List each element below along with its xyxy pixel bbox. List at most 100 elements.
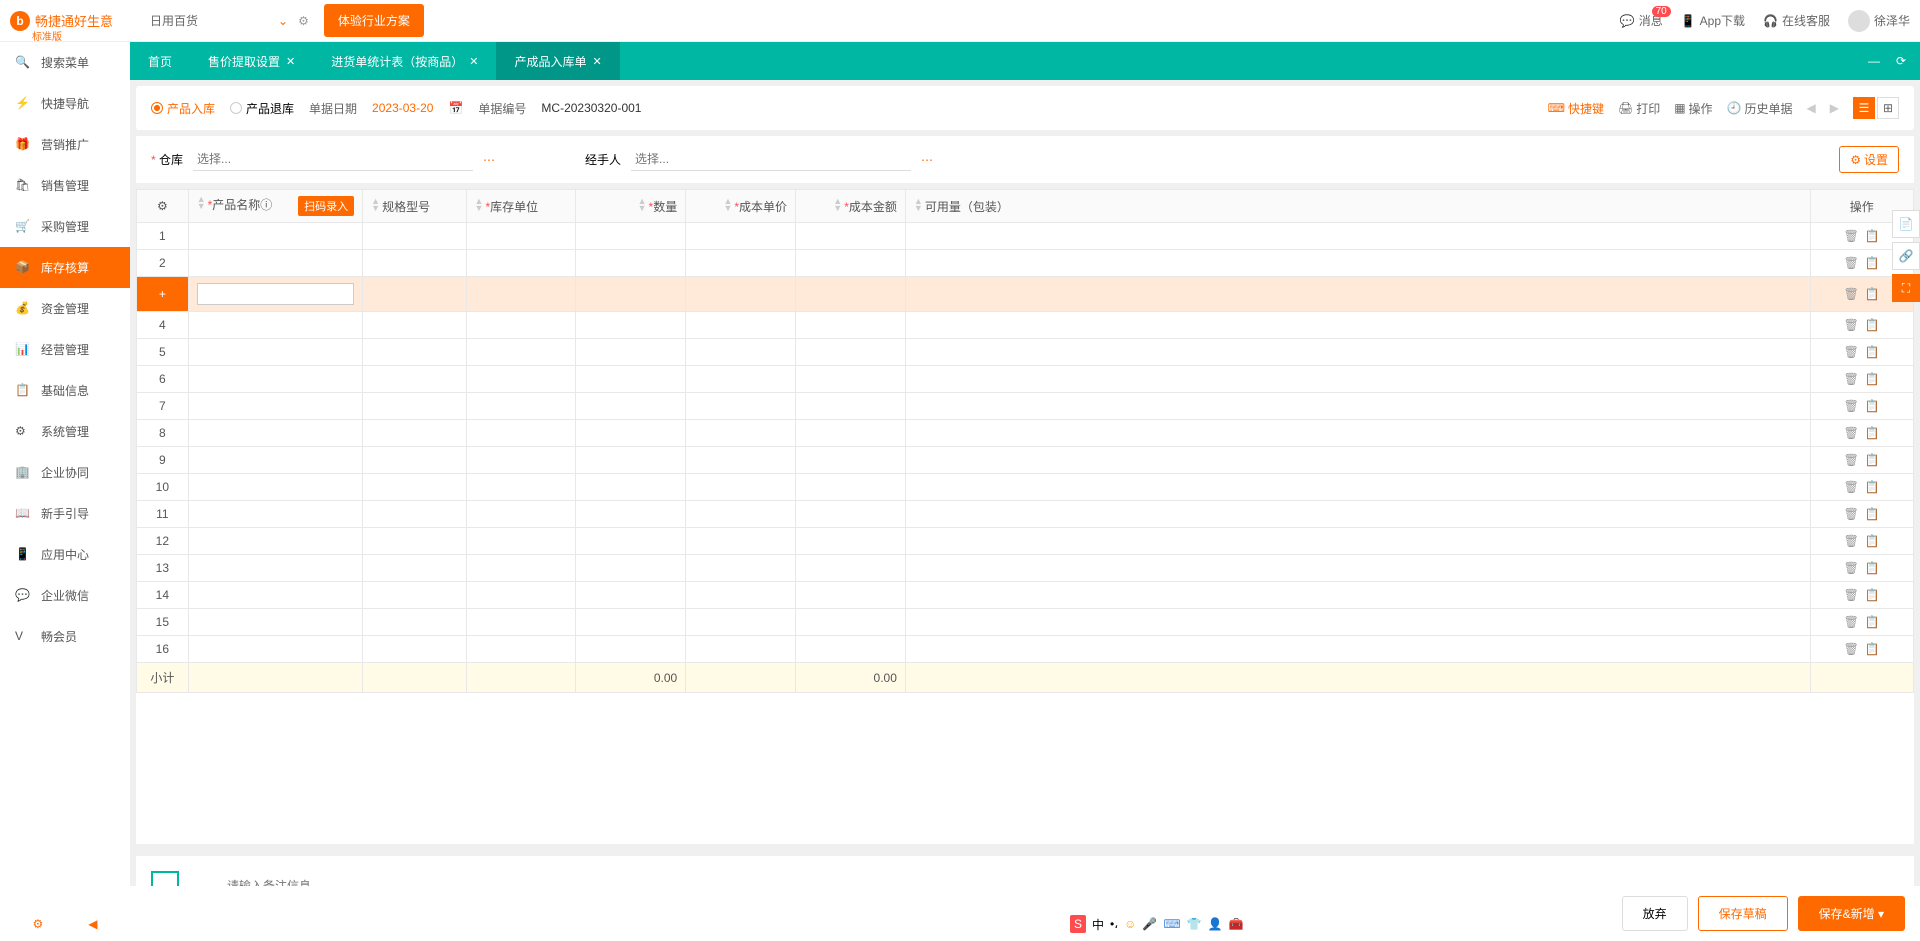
delete-icon[interactable]: 🗑 (1844, 318, 1859, 332)
delete-icon[interactable]: 🗑 (1844, 256, 1859, 270)
copy-icon[interactable]: 📋 (1865, 480, 1880, 494)
table-row[interactable]: 13🗑📋 (137, 555, 1914, 582)
sidebar-item-0[interactable]: 🔍搜索菜单 (0, 42, 130, 83)
table-row[interactable]: 4🗑📋 (137, 312, 1914, 339)
col-qty[interactable]: ▲▼*数量 (576, 190, 686, 223)
dock-note-button[interactable]: 📄 (1892, 210, 1920, 238)
view-list-button[interactable]: ☰ (1853, 97, 1875, 119)
settings-icon[interactable]: ⚙ (33, 917, 44, 931)
table-row[interactable]: 2🗑📋 (137, 250, 1914, 277)
table-row[interactable]: 7🗑📋 (137, 393, 1914, 420)
discard-button[interactable]: 放弃 (1622, 896, 1688, 931)
tab-refresh[interactable]: ⟳ (1892, 50, 1910, 72)
copy-icon[interactable]: 📋 (1865, 426, 1880, 440)
dock-link-button[interactable]: 🔗 (1892, 242, 1920, 270)
messages-link[interactable]: 💬 消息 70 (1620, 12, 1663, 29)
tab-minimize[interactable]: — (1864, 50, 1884, 72)
collapse-icon[interactable]: ◀ (88, 917, 97, 931)
shortcut-link[interactable]: ⌨快捷键 (1548, 100, 1604, 117)
copy-icon[interactable]: 📋 (1865, 453, 1880, 467)
col-available[interactable]: ▲▼可用量（包装） (905, 190, 1810, 223)
copy-icon[interactable]: 📋 (1865, 318, 1880, 332)
table-row[interactable]: 9🗑📋 (137, 447, 1914, 474)
copy-icon[interactable]: 📋 (1865, 229, 1880, 243)
history-button[interactable]: 🕘历史单据 (1727, 100, 1793, 117)
delete-icon[interactable]: 🗑 (1844, 615, 1859, 629)
col-settings[interactable]: ⚙ (137, 190, 189, 223)
delete-icon[interactable]: 🗑 (1844, 534, 1859, 548)
col-spec[interactable]: ▲▼规格型号 (363, 190, 466, 223)
sidebar-item-2[interactable]: 🎁营销推广 (0, 124, 130, 165)
copy-icon[interactable]: 📋 (1865, 561, 1880, 575)
handler-input[interactable] (631, 148, 911, 171)
table-row[interactable]: +🗑📋 (137, 277, 1914, 312)
ime-toolbox-icon[interactable]: 🧰 (1229, 917, 1244, 931)
sidebar-item-10[interactable]: 🏢企业协同 (0, 452, 130, 493)
save-draft-button[interactable]: 保存草稿 (1698, 896, 1788, 931)
view-detail-button[interactable]: ⊞ (1877, 97, 1899, 119)
delete-icon[interactable]: 🗑 (1844, 507, 1859, 521)
warehouse-more-icon[interactable]: ⋯ (483, 153, 495, 167)
settings-button[interactable]: ⚙ 设置 (1839, 146, 1899, 173)
calendar-icon[interactable]: 📅 (448, 101, 463, 115)
ime-keyboard-icon[interactable]: ⌨ (1163, 917, 1180, 931)
save-new-button[interactable]: 保存&新增 ▾ (1798, 896, 1905, 931)
ime-mic-icon[interactable]: 🎤 (1142, 917, 1157, 931)
gear-icon[interactable]: ⚙ (298, 14, 309, 28)
copy-icon[interactable]: 📋 (1865, 615, 1880, 629)
delete-icon[interactable]: 🗑 (1844, 372, 1859, 386)
sidebar-item-12[interactable]: 📱应用中心 (0, 534, 130, 575)
sidebar-item-9[interactable]: ⚙系统管理 (0, 411, 130, 452)
col-amount[interactable]: ▲▼*成本金额 (796, 190, 906, 223)
sidebar-item-14[interactable]: V畅会员 (0, 616, 130, 657)
sidebar-item-7[interactable]: 📊经营管理 (0, 329, 130, 370)
copy-icon[interactable]: 📋 (1865, 507, 1880, 521)
table-row[interactable]: 6🗑📋 (137, 366, 1914, 393)
prev-icon[interactable]: ◀ (1807, 101, 1816, 115)
sidebar-item-6[interactable]: 💰资金管理 (0, 288, 130, 329)
copy-icon[interactable]: 📋 (1865, 372, 1880, 386)
sidebar-item-4[interactable]: 🛒采购管理 (0, 206, 130, 247)
radio-product-in[interactable]: 产品入库 (151, 100, 215, 117)
table-row[interactable]: 12🗑📋 (137, 528, 1914, 555)
ime-logo-icon[interactable]: S (1070, 915, 1086, 933)
date-value[interactable]: 2023-03-20 (372, 101, 433, 115)
service-link[interactable]: 🎧 在线客服 (1763, 12, 1830, 29)
copy-icon[interactable]: 📋 (1865, 287, 1880, 301)
table-row[interactable]: 11🗑📋 (137, 501, 1914, 528)
table-row[interactable]: 15🗑📋 (137, 609, 1914, 636)
table-row[interactable]: 16🗑📋 (137, 636, 1914, 663)
scan-button[interactable]: 扫码录入 (298, 196, 354, 216)
copy-icon[interactable]: 📋 (1865, 256, 1880, 270)
close-icon[interactable]: ✕ (286, 55, 295, 68)
next-icon[interactable]: ▶ (1830, 101, 1839, 115)
table-row[interactable]: 8🗑📋 (137, 420, 1914, 447)
ime-skin-icon[interactable]: 👕 (1187, 917, 1202, 931)
delete-icon[interactable]: 🗑 (1844, 453, 1859, 467)
tab-1[interactable]: 售价提取设置✕ (190, 42, 313, 80)
col-unit[interactable]: ▲▼*库存单位 (466, 190, 576, 223)
sidebar-item-3[interactable]: 🛍销售管理 (0, 165, 130, 206)
col-product-name[interactable]: ▲▼*产品名称ⓘ 扫码录入 (188, 190, 362, 223)
warehouse-input[interactable] (193, 148, 473, 171)
sidebar-item-13[interactable]: 💬企业微信 (0, 575, 130, 616)
delete-icon[interactable]: 🗑 (1844, 287, 1859, 301)
table-row[interactable]: 14🗑📋 (137, 582, 1914, 609)
download-link[interactable]: 📱 App下载 (1681, 12, 1745, 29)
delete-icon[interactable]: 🗑 (1844, 642, 1859, 656)
radio-product-out[interactable]: 产品退库 (230, 100, 294, 117)
sidebar-item-11[interactable]: 📖新手引导 (0, 493, 130, 534)
table-row[interactable]: 1🗑📋 (137, 223, 1914, 250)
table-row[interactable]: 10🗑📋 (137, 474, 1914, 501)
delete-icon[interactable]: 🗑 (1844, 399, 1859, 413)
col-price[interactable]: ▲▼*成本单价 (686, 190, 796, 223)
user-menu[interactable]: 徐泽华 (1848, 10, 1910, 32)
ime-punct-icon[interactable]: •، (1110, 917, 1118, 931)
dock-expand-button[interactable]: ⛶ (1892, 274, 1920, 302)
delete-icon[interactable]: 🗑 (1844, 588, 1859, 602)
copy-icon[interactable]: 📋 (1865, 642, 1880, 656)
sidebar-item-5[interactable]: 📦库存核算 (0, 247, 130, 288)
sidebar-item-1[interactable]: ⚡快捷导航 (0, 83, 130, 124)
product-name-input[interactable] (197, 283, 354, 305)
handler-more-icon[interactable]: ⋯ (921, 153, 933, 167)
